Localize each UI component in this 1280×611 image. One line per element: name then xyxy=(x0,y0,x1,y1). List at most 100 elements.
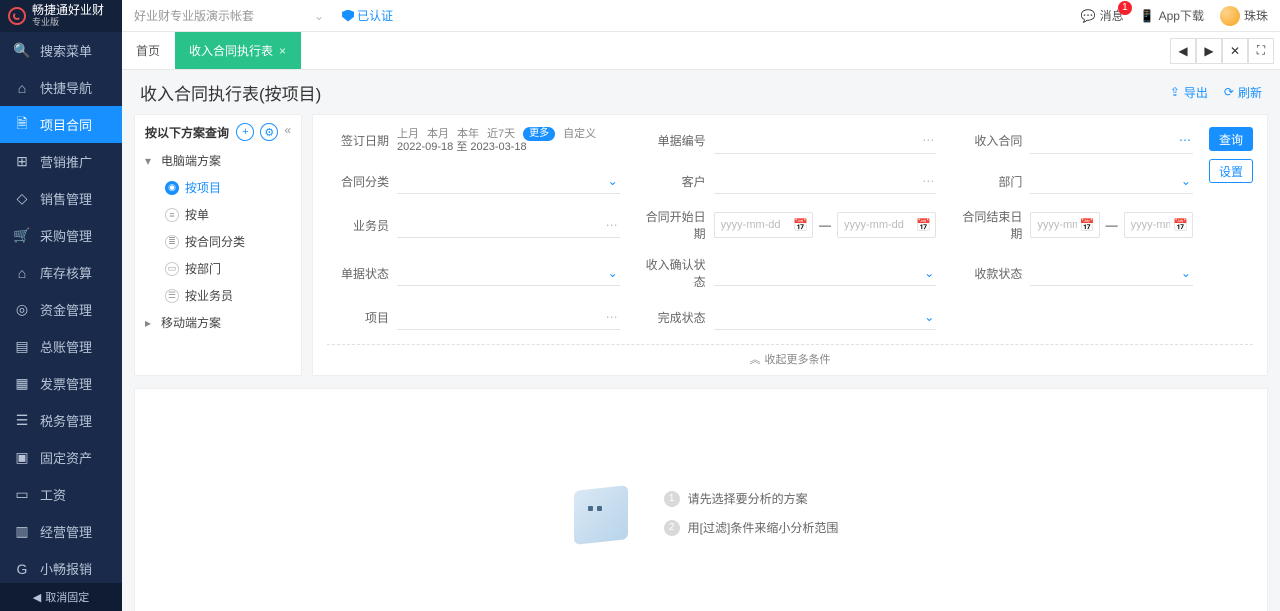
end-date-from-input[interactable] xyxy=(1037,219,1076,231)
sidebar-item-8[interactable]: ▤总账管理 xyxy=(0,328,122,365)
quick-more-pill[interactable]: 更多 xyxy=(523,127,555,141)
chevron-down-icon[interactable]: ⌄ xyxy=(608,174,618,188)
dept-select[interactable] xyxy=(1030,174,1193,188)
sidebar-item-1[interactable]: ⌂快捷导航 xyxy=(0,69,122,106)
quick-this-year[interactable]: 本年 xyxy=(457,128,479,141)
quick-7days[interactable]: 近7天 xyxy=(487,128,515,141)
field-pay-status: 收款状态 ⌄ xyxy=(960,256,1253,290)
ellipsis-icon[interactable]: ⋯ xyxy=(606,218,618,232)
app-label: App下载 xyxy=(1159,7,1204,24)
customer-input[interactable] xyxy=(714,174,937,188)
quick-this-month[interactable]: 本月 xyxy=(427,128,449,141)
scheme-item-0-4[interactable]: ☰按业务员 xyxy=(135,282,301,309)
sidebar-item-5[interactable]: 🛒采购管理 xyxy=(0,217,122,254)
sign-date-range-text: 2022-09-18 至 2023-03-18 xyxy=(397,141,596,154)
refresh-button[interactable]: ⟳ 刷新 xyxy=(1224,84,1262,101)
user-menu[interactable]: 珠珠 xyxy=(1220,6,1268,26)
contract-cat-select[interactable] xyxy=(397,174,620,188)
tab-home[interactable]: 首页 xyxy=(122,32,175,69)
bill-no-input[interactable] xyxy=(714,133,937,147)
add-scheme-button[interactable]: + xyxy=(236,123,254,141)
chevron-down-icon[interactable]: ⌄ xyxy=(1181,266,1191,280)
calendar-icon[interactable]: 📅 xyxy=(1080,218,1095,232)
menu-label: 固定资产 xyxy=(40,448,92,467)
messages-button[interactable]: 💬 消息 1 xyxy=(1081,7,1124,24)
scheme-item-0-2[interactable]: ≣按合同分类 xyxy=(135,228,301,255)
sidebar-item-0[interactable]: 🔍搜索菜单 xyxy=(0,32,122,69)
app-download-button[interactable]: 📱 App下载 xyxy=(1140,7,1204,24)
tab-prev-button[interactable]: ◀ xyxy=(1170,38,1196,64)
sidebar-item-9[interactable]: ▦发票管理 xyxy=(0,365,122,402)
calendar-icon[interactable]: 📅 xyxy=(793,218,808,232)
menu-label: 项目合同 xyxy=(40,115,92,134)
sidebar-item-2[interactable]: 🗎项目合同 xyxy=(0,106,122,143)
income-status-select[interactable] xyxy=(714,266,937,280)
end-date-to-input[interactable] xyxy=(1131,219,1170,231)
tab-close-all-button[interactable]: ✕ xyxy=(1222,38,1248,64)
shield-icon xyxy=(342,10,354,22)
scheme-item-icon: ≣ xyxy=(165,235,179,249)
menu-icon: ☰ xyxy=(14,413,30,429)
quick-last-month[interactable]: 上月 xyxy=(397,128,419,141)
menu-icon: ⊞ xyxy=(14,154,30,170)
unpin-button[interactable]: ◀ 取消固定 xyxy=(0,583,122,611)
chevron-down-icon[interactable]: ⌄ xyxy=(924,266,934,280)
calendar-icon[interactable]: 📅 xyxy=(916,218,931,232)
income-status-label: 收入确认状态 xyxy=(644,256,706,290)
ellipsis-icon[interactable]: ⋯ xyxy=(922,133,934,147)
sidebar-item-3[interactable]: ⊞营销推广 xyxy=(0,143,122,180)
start-date-to-input[interactable] xyxy=(844,219,913,231)
tab-active[interactable]: 收入合同执行表 × xyxy=(175,32,301,69)
scheme-group-0[interactable]: ▾电脑端方案 xyxy=(135,147,301,174)
sidebar-item-6[interactable]: ⌂库存核算 xyxy=(0,254,122,291)
bill-status-select[interactable] xyxy=(397,266,620,280)
scheme-group-1[interactable]: ▸移动端方案 xyxy=(135,309,301,336)
menu-icon: 🛒 xyxy=(14,228,30,244)
sidebar-item-12[interactable]: ▭工资 xyxy=(0,476,122,513)
dash-separator: — xyxy=(1106,218,1118,232)
pay-status-label: 收款状态 xyxy=(960,265,1022,282)
empty-state: 1请先选择要分析的方案 2用[过滤]条件来缩小分析范围 xyxy=(134,388,1268,611)
sales-input[interactable] xyxy=(397,218,620,232)
quick-custom[interactable]: 自定义 xyxy=(563,128,596,141)
export-button[interactable]: ⇪ 导出 xyxy=(1170,84,1208,101)
project-input[interactable] xyxy=(397,310,620,324)
chevron-down-icon[interactable]: ⌄ xyxy=(1181,174,1191,188)
scheme-item-0-1[interactable]: ≡按单 xyxy=(135,201,301,228)
field-start-date: 合同开始日期 📅 — 📅 xyxy=(644,208,937,242)
chevron-down-icon[interactable]: ⌄ xyxy=(608,266,618,280)
chevron-down-icon[interactable]: ⌄ xyxy=(924,310,934,324)
query-button[interactable]: 查询 xyxy=(1209,127,1253,151)
scheme-item-0-3[interactable]: ▭按部门 xyxy=(135,255,301,282)
tab-next-button[interactable]: ▶ xyxy=(1196,38,1222,64)
ellipsis-icon[interactable]: ⋯ xyxy=(606,310,618,324)
sidebar-item-14[interactable]: G小畅报销 xyxy=(0,550,122,583)
collapse-scheme-icon[interactable]: « xyxy=(284,123,291,141)
export-icon: ⇪ xyxy=(1170,85,1180,99)
scheme-settings-button[interactable]: ⚙ xyxy=(260,123,278,141)
close-icon[interactable]: × xyxy=(279,44,286,58)
sidebar-item-10[interactable]: ☰税务管理 xyxy=(0,402,122,439)
env-selector[interactable]: 好业财专业版演示帐套 ⌄ xyxy=(134,7,324,24)
sidebar-item-11[interactable]: ▣固定资产 xyxy=(0,439,122,476)
sidebar-item-13[interactable]: ▥经营管理 xyxy=(0,513,122,550)
calendar-icon[interactable]: 📅 xyxy=(1173,218,1188,232)
pay-status-select[interactable] xyxy=(1030,266,1193,280)
settings-button[interactable]: 设置 xyxy=(1209,159,1253,183)
sidebar-item-4[interactable]: ◇销售管理 xyxy=(0,180,122,217)
group-label: 电脑端方案 xyxy=(161,152,221,169)
menu-label: 发票管理 xyxy=(40,374,92,393)
sidebar-item-7[interactable]: ◎资金管理 xyxy=(0,291,122,328)
page-title: 收入合同执行表(按项目) xyxy=(140,80,321,105)
group-label: 移动端方案 xyxy=(161,314,221,331)
collapse-more-button[interactable]: ︽ 收起更多条件 xyxy=(327,344,1253,375)
fullscreen-button[interactable]: ⛶ xyxy=(1248,38,1274,64)
ellipsis-icon[interactable]: ⋯ xyxy=(1179,133,1191,147)
ellipsis-icon[interactable]: ⋯ xyxy=(922,174,934,188)
scheme-item-0-0[interactable]: ◉按项目 xyxy=(135,174,301,201)
start-date-from-input[interactable] xyxy=(721,219,790,231)
refresh-label: 刷新 xyxy=(1238,84,1262,101)
contract-input[interactable] xyxy=(1030,133,1193,147)
brand-name: 畅捷通好业财 xyxy=(32,4,104,16)
finish-status-select[interactable] xyxy=(714,310,937,324)
